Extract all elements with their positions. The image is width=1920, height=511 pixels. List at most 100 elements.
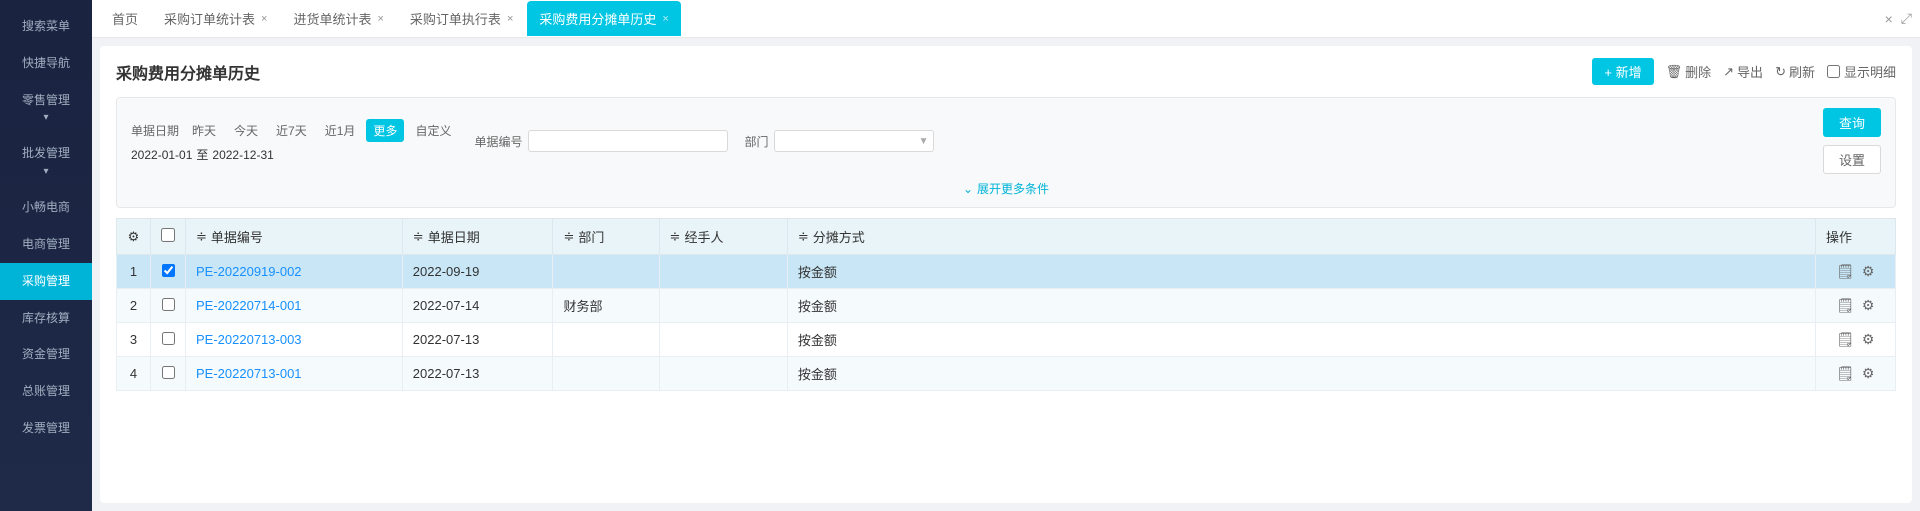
sidebar-item-电商管理[interactable]: 电商管理 xyxy=(0,226,92,263)
row-checkbox-cell[interactable] xyxy=(151,357,186,391)
show-cols-checkbox[interactable]: 显示明细 xyxy=(1827,62,1896,81)
row-checkbox[interactable] xyxy=(162,264,175,277)
row-checkbox-cell[interactable] xyxy=(151,323,186,357)
date-btn-自定义[interactable]: 自定义 xyxy=(408,119,458,142)
date-btn-近1月[interactable]: 近1月 xyxy=(318,119,363,142)
row-checkbox-cell[interactable] xyxy=(151,255,186,289)
sidebar-item-发票管理[interactable]: 发票管理 xyxy=(0,410,92,447)
date-btn-昨天[interactable]: 昨天 xyxy=(185,119,223,142)
tab-close-icon[interactable]: × xyxy=(261,13,267,25)
tab-close-icon[interactable]: × xyxy=(507,13,513,25)
row-number: 3 xyxy=(117,323,151,357)
dept-input[interactable] xyxy=(774,130,934,152)
edit-icon[interactable]: 🗒 xyxy=(1835,363,1857,383)
dept-cell xyxy=(553,357,659,391)
tab-close-icon[interactable]: × xyxy=(662,13,668,25)
tab-close-icon[interactable]: × xyxy=(377,13,383,25)
table-row: 4 PE-20220713-001 2022-07-13 按金额 🗒 ⚙ xyxy=(117,357,1896,391)
query-button[interactable]: 查询 xyxy=(1823,108,1881,137)
row-checkbox[interactable] xyxy=(162,332,175,345)
tab-首页[interactable]: 首页 xyxy=(100,1,150,36)
th-gear[interactable]: ⚙ xyxy=(117,219,151,255)
date-btn-今天[interactable]: 今天 xyxy=(227,119,265,142)
chevron-down-icon: ⌄ xyxy=(963,182,973,196)
handler-cell xyxy=(659,357,787,391)
doc-num-link[interactable]: PE-20220714-001 xyxy=(196,298,302,313)
doc-num-link[interactable]: PE-20220713-001 xyxy=(196,366,302,381)
doc-date-cell: 2022-07-13 xyxy=(402,323,553,357)
more-icon[interactable]: ⚙ xyxy=(1860,295,1877,315)
table-header: ⚙ ≑ 单据编号 ≑ 单据日期 xyxy=(117,219,1896,255)
th-split-method: ≑ 分摊方式 xyxy=(787,219,1815,255)
doc-date-cell: 2022-09-19 xyxy=(402,255,553,289)
handler-cell xyxy=(659,289,787,323)
delete-icon: 🗑 xyxy=(1666,64,1683,80)
tab-进货单统计表[interactable]: 进货单统计表× xyxy=(281,1,395,36)
sidebar-item-零售管理[interactable]: 零售管理▾ xyxy=(0,82,92,136)
tab-采购费用分摊单历史[interactable]: 采购费用分摊单历史× xyxy=(527,1,680,36)
expand-window-icon[interactable]: ⤢ xyxy=(1901,10,1912,27)
tab-采购订单统计表[interactable]: 采购订单统计表× xyxy=(152,1,279,36)
table-body: 1 PE-20220919-002 2022-09-19 按金额 🗒 ⚙ 2 P… xyxy=(117,255,1896,391)
doc-num-cell: PE-20220714-001 xyxy=(186,289,403,323)
select-all-checkbox[interactable] xyxy=(161,228,175,242)
date-range: 2022-01-01 至 2022-12-31 xyxy=(131,146,458,163)
sidebar-item-小畅电商[interactable]: 小畅电商 xyxy=(0,189,92,226)
row-checkbox[interactable] xyxy=(162,366,175,379)
tab-采购订单执行表[interactable]: 采购订单执行表× xyxy=(398,1,525,36)
sidebar-item-资金管理[interactable]: 资金管理 xyxy=(0,336,92,373)
row-checkbox-cell[interactable] xyxy=(151,289,186,323)
add-button[interactable]: + 新增 xyxy=(1592,58,1653,85)
table-row: 2 PE-20220714-001 2022-07-14 财务部 按金额 🗒 ⚙ xyxy=(117,289,1896,323)
date-range-end: 2022-12-31 xyxy=(212,148,273,162)
refresh-button[interactable]: ↻ 刷新 xyxy=(1775,62,1815,81)
delete-button[interactable]: 🗑 删除 xyxy=(1666,62,1712,81)
date-range-start: 2022-01-01 xyxy=(131,148,192,162)
edit-icon[interactable]: 🗒 xyxy=(1835,261,1857,281)
export-button[interactable]: ↗ 导出 xyxy=(1723,62,1763,81)
gear-icon[interactable]: ⚙ xyxy=(128,229,140,244)
page-content: 采购费用分摊单历史 + 新增 🗑 删除 ↗ 导出 ↻ 刷新 显示明细 xyxy=(100,46,1912,503)
doc-num-link[interactable]: PE-20220919-002 xyxy=(196,264,302,279)
row-actions: 🗒 ⚙ xyxy=(1816,357,1896,391)
edit-icon[interactable]: 🗒 xyxy=(1835,295,1857,315)
sidebar-item-快捷导航[interactable]: 快捷导航 xyxy=(0,45,92,82)
handler-cell xyxy=(659,323,787,357)
doc-num-input[interactable] xyxy=(528,130,728,152)
sidebar-item-批发管理[interactable]: 批发管理▾ xyxy=(0,135,92,189)
doc-num-label: 单据编号 xyxy=(474,133,522,150)
split-method-cell: 按金额 xyxy=(787,357,1815,391)
row-checkbox[interactable] xyxy=(162,298,175,311)
more-icon[interactable]: ⚙ xyxy=(1860,329,1877,349)
page-title: 采购费用分摊单历史 xyxy=(116,60,260,84)
close-window-icon[interactable]: × xyxy=(1885,11,1893,27)
more-icon[interactable]: ⚙ xyxy=(1860,363,1877,383)
date-quick-btns: 昨天今天近7天近1月更多自定义 xyxy=(185,119,458,142)
th-handler: ≑ 经手人 xyxy=(659,219,787,255)
dept-filter-group: 部门 ▼ xyxy=(744,130,934,152)
export-icon: ↗ xyxy=(1723,64,1734,80)
sidebar-item-搜索菜单[interactable]: 搜索菜单 xyxy=(0,8,92,45)
setting-button[interactable]: 设置 xyxy=(1823,145,1881,174)
date-filter-label: 单据日期 xyxy=(131,122,179,139)
doc-num-cell: PE-20220713-001 xyxy=(186,357,403,391)
sidebar-item-采购管理[interactable]: 采购管理 xyxy=(0,263,92,300)
date-btn-近7天[interactable]: 近7天 xyxy=(269,119,314,142)
date-btn-更多[interactable]: 更多 xyxy=(366,119,404,142)
row-number: 4 xyxy=(117,357,151,391)
split-method-cell: 按金额 xyxy=(787,323,1815,357)
more-icon[interactable]: ⚙ xyxy=(1860,261,1877,281)
sidebar-item-库存核算[interactable]: 库存核算 xyxy=(0,300,92,337)
page-title-row: 采购费用分摊单历史 + 新增 🗑 删除 ↗ 导出 ↻ 刷新 显示明细 xyxy=(116,58,1896,85)
doc-date-cell: 2022-07-14 xyxy=(402,289,553,323)
date-filter-group: 单据日期 昨天今天近7天近1月更多自定义 2022-01-01 至 2022-1… xyxy=(131,119,458,163)
sidebar: 搜索菜单快捷导航零售管理▾批发管理▾小畅电商电商管理采购管理库存核算资金管理总账… xyxy=(0,0,92,511)
split-method-cell: 按金额 xyxy=(787,289,1815,323)
toolbar-right: + 新增 🗑 删除 ↗ 导出 ↻ 刷新 显示明细 xyxy=(1592,58,1896,85)
doc-num-link[interactable]: PE-20220713-003 xyxy=(196,332,302,347)
th-checkbox[interactable] xyxy=(151,219,186,255)
sidebar-item-总账管理[interactable]: 总账管理 xyxy=(0,373,92,410)
edit-icon[interactable]: 🗒 xyxy=(1835,329,1857,349)
expand-more-button[interactable]: ⌄ 展开更多条件 xyxy=(131,180,1881,197)
filter-bar: 单据日期 昨天今天近7天近1月更多自定义 2022-01-01 至 2022-1… xyxy=(116,97,1896,208)
